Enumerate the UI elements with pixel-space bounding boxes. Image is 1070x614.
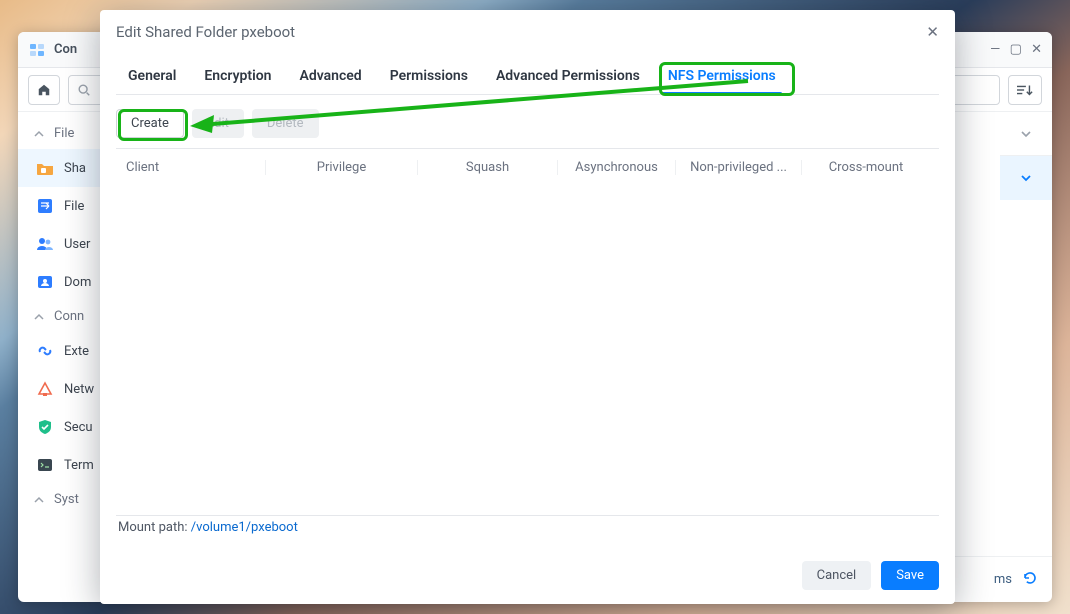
refresh-button[interactable]: [1022, 570, 1038, 590]
col-asynchronous[interactable]: Asynchronous: [558, 160, 676, 175]
edit-button: Edit: [192, 109, 244, 138]
terminal-icon: [36, 456, 54, 474]
section-label: Syst: [54, 492, 79, 507]
expand-active-row[interactable]: [1000, 156, 1052, 200]
maximize-button[interactable]: ▢: [1010, 42, 1022, 57]
tab-encryption[interactable]: Encryption: [192, 56, 283, 94]
delete-button: Delete: [252, 109, 319, 138]
mount-path-value: /volume1/pxeboot: [191, 520, 298, 535]
table-header: Client Privilege Squash Asynchronous Non…: [116, 149, 939, 185]
users-icon: [36, 235, 54, 253]
close-icon[interactable]: ✕: [926, 23, 939, 41]
close-button[interactable]: ✕: [1031, 42, 1042, 57]
save-button[interactable]: Save: [881, 561, 939, 590]
control-panel-icon: [28, 41, 46, 59]
mount-path-label: Mount path:: [118, 520, 188, 535]
section-label: File: [54, 126, 74, 141]
col-cross-mount[interactable]: Cross-mount: [802, 160, 930, 175]
dialog-body: General Encryption Advanced Permissions …: [100, 53, 955, 553]
right-rail: [1000, 112, 1052, 602]
dialog-header: Edit Shared Folder pxeboot ✕: [100, 10, 955, 53]
folder-icon: [36, 159, 54, 177]
table-body-empty: [116, 185, 939, 515]
tab-permissions[interactable]: Permissions: [378, 56, 480, 94]
col-squash[interactable]: Squash: [418, 160, 558, 175]
nfs-permissions-table: Client Privilege Squash Asynchronous Non…: [116, 148, 939, 516]
mount-path-line: Mount path: /volume1/pxeboot: [118, 520, 939, 535]
network-icon: [36, 380, 54, 398]
tab-general[interactable]: General: [116, 56, 188, 94]
dialog-footer: Cancel Save: [100, 553, 955, 604]
chevron-up-icon: [34, 129, 48, 139]
window-actions: ― ▢ ✕: [984, 42, 1042, 57]
chevron-up-icon: [34, 312, 48, 322]
edit-shared-folder-dialog: Edit Shared Folder pxeboot ✕ General Enc…: [100, 10, 955, 604]
tab-strip: General Encryption Advanced Permissions …: [116, 53, 939, 95]
cancel-button[interactable]: Cancel: [802, 561, 872, 590]
col-client[interactable]: Client: [116, 160, 266, 175]
sort-button[interactable]: [1008, 75, 1042, 105]
domain-icon: [36, 273, 54, 291]
col-privilege[interactable]: Privilege: [266, 160, 418, 175]
collapse-toggle[interactable]: [1000, 112, 1052, 156]
tab-advanced-permissions[interactable]: Advanced Permissions: [484, 56, 652, 94]
footer-status: ms: [994, 572, 1012, 587]
tab-advanced[interactable]: Advanced: [287, 56, 373, 94]
tab-nfs-permissions[interactable]: NFS Permissions: [656, 56, 788, 94]
col-non-privileged[interactable]: Non-privileged ...: [676, 160, 802, 175]
file-services-icon: [36, 197, 54, 215]
link-icon: [36, 342, 54, 360]
minimize-button[interactable]: ―: [990, 42, 1000, 57]
section-label: Conn: [54, 309, 84, 324]
home-button[interactable]: [28, 75, 60, 105]
shield-icon: [36, 418, 54, 436]
chevron-up-icon: [34, 495, 48, 505]
dialog-title: Edit Shared Folder pxeboot: [116, 23, 926, 41]
action-row: Create Edit Delete: [116, 109, 939, 138]
create-button[interactable]: Create: [116, 109, 184, 138]
